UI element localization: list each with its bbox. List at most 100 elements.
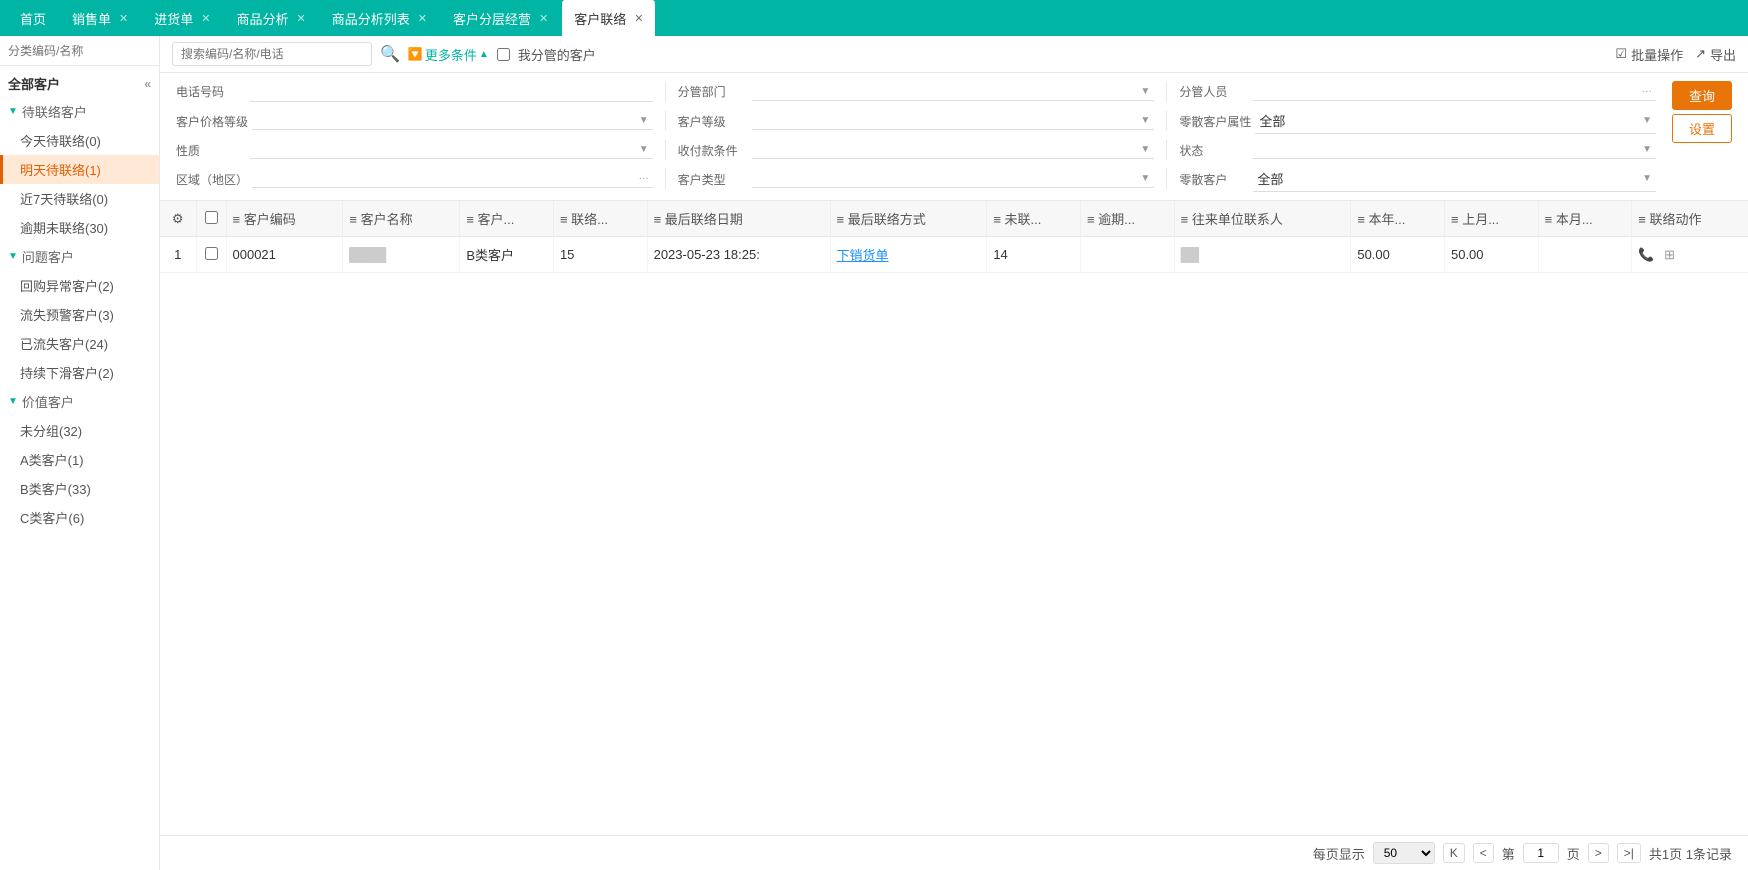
row-contact-num: 15	[553, 237, 647, 273]
divider	[1166, 169, 1167, 189]
sidebar-item-tomorrow[interactable]: 明天待联络(1)	[0, 155, 159, 184]
sidebar-item-today[interactable]: 今天待联络(0)	[0, 126, 159, 155]
per-page-select[interactable]: 50	[1373, 842, 1435, 864]
nav-home[interactable]: 首页	[8, 0, 58, 36]
row-overdue	[1080, 237, 1174, 273]
bulk-op-button[interactable]: ☑ 批量操作	[1615, 45, 1683, 64]
customer-level-label: 客户等级	[678, 113, 748, 130]
sidebar-item-overdue[interactable]: 逾期未联络(30)	[0, 213, 159, 242]
col-last-method: ≡ 最后联络方式	[830, 201, 987, 237]
main-wrap: 🔍 全部客户 « 待联络客户 今天待联络(0) 明天待联络(1) 近7天待联络(…	[0, 36, 1748, 870]
sidebar-item-class-a[interactable]: A类客户(1)	[0, 445, 159, 474]
phone-input[interactable]	[250, 81, 653, 102]
export-button[interactable]: ↗ 导出	[1695, 45, 1736, 64]
nav-product-analysis-list[interactable]: 商品分析列表 ✕	[320, 0, 439, 36]
table-footer: 每页显示 50 K < 第 页 > >| 共1页 1条记录	[160, 835, 1748, 870]
sidebar-item-declining[interactable]: 持续下滑客户(2)	[0, 358, 159, 387]
dept-select[interactable]: ▼	[752, 83, 1155, 101]
nav-customer-segmentation[interactable]: 客户分层经营 ✕	[441, 0, 560, 36]
retail-customer-field: 零散客户 全部▼	[1179, 166, 1656, 192]
sidebar-item-repurchase-anomaly[interactable]: 回购异常客户(2)	[0, 271, 159, 300]
sidebar-item-class-c[interactable]: C类客户(6)	[0, 503, 159, 532]
col-name: ≡ 客户名称	[343, 201, 460, 237]
customer-type-select[interactable]: ▼	[752, 170, 1155, 188]
price-level-select[interactable]: ▼	[252, 112, 653, 130]
search-input[interactable]	[172, 42, 372, 66]
nav-customer-contact[interactable]: 客户联络 ✕	[562, 0, 655, 36]
data-table-wrap: ⚙ ≡ 客户编码 ≡ 客户名称 ≡ 客户... ≡ 联络... ≡ 最后联络日期…	[160, 201, 1748, 835]
last-page-btn[interactable]: >|	[1617, 843, 1641, 863]
nav-product-analysis[interactable]: 商品分析 ✕	[224, 0, 317, 36]
settings-button[interactable]: 设置	[1672, 114, 1732, 143]
prev-page-btn[interactable]: <	[1473, 843, 1494, 863]
select-all-checkbox[interactable]	[205, 211, 218, 224]
nav-purchase[interactable]: 进货单 ✕	[142, 0, 222, 36]
nature-field: 性质 ▼	[176, 141, 653, 159]
search-icon[interactable]: 🔍	[380, 44, 400, 64]
all-customers-header[interactable]: 全部客户 «	[0, 66, 159, 97]
sidebar-search-input[interactable]	[8, 44, 160, 58]
filter-action-buttons: 查询 设置	[1672, 81, 1732, 192]
nature-select[interactable]: ▼	[250, 141, 653, 159]
advanced-filter-panel: 电话号码 分管部门 ▼ 分管人员	[160, 73, 1748, 201]
area-field: 区域（地区） ···	[176, 170, 653, 188]
action-call-icon[interactable]: 📞	[1638, 247, 1654, 262]
col-type: ≡ 客户...	[460, 201, 554, 237]
sidebar-item-churn-warning[interactable]: 流失预警客户(3)	[0, 300, 159, 329]
first-page-btn[interactable]: K	[1443, 843, 1465, 863]
phone-label: 电话号码	[176, 83, 246, 100]
nav-sales[interactable]: 销售单 ✕	[60, 0, 140, 36]
adv-filter-row-1: 电话号码 分管部门 ▼ 分管人员	[176, 81, 1656, 102]
col-checkbox	[196, 201, 226, 237]
close-icon[interactable]: ✕	[297, 12, 306, 25]
collapse-icon[interactable]: «	[144, 77, 151, 91]
action-more-icon[interactable]: ⊞	[1664, 247, 1675, 262]
chevron-up-icon: ▲	[479, 49, 489, 60]
col-settings[interactable]: ⚙	[160, 201, 196, 237]
sidebar-item-7days[interactable]: 近7天待联络(0)	[0, 184, 159, 213]
divider	[665, 82, 666, 102]
my-customers-check[interactable]	[497, 48, 510, 61]
customer-level-select[interactable]: ▼	[752, 112, 1155, 130]
person-select[interactable]: ···	[1253, 83, 1656, 101]
divider	[665, 140, 666, 160]
next-page-btn[interactable]: >	[1588, 843, 1609, 863]
area-select[interactable]: ···	[252, 170, 653, 188]
page-label: 第	[1502, 844, 1515, 863]
close-icon[interactable]: ✕	[418, 12, 427, 25]
sidebar: 🔍 全部客户 « 待联络客户 今天待联络(0) 明天待联络(1) 近7天待联络(…	[0, 36, 160, 870]
sidebar-group-value[interactable]: 价值客户	[0, 387, 159, 416]
close-icon[interactable]: ✕	[119, 12, 128, 25]
row-name: ████	[343, 237, 460, 273]
retail-customer-select[interactable]: 全部▼	[1253, 166, 1656, 192]
row-check[interactable]	[205, 247, 218, 260]
sidebar-group-problem[interactable]: 问题客户	[0, 242, 159, 271]
sidebar-item-class-b[interactable]: B类客户(33)	[0, 474, 159, 503]
adv-filter-row-2: 客户价格等级 ▼ 客户等级 ▼	[176, 108, 1656, 134]
close-icon[interactable]: ✕	[539, 12, 548, 25]
filter-bar-right: ☑ 批量操作 ↗ 导出	[1615, 45, 1736, 64]
nature-label: 性质	[176, 142, 246, 159]
payment-field: 收付款条件 ▼	[678, 141, 1155, 159]
query-button[interactable]: 查询	[1672, 81, 1732, 110]
page-input[interactable]	[1523, 843, 1559, 863]
row-this-year: 50.00	[1351, 237, 1445, 273]
row-checkbox[interactable]	[196, 237, 226, 273]
close-icon[interactable]: ✕	[634, 12, 643, 25]
sidebar-item-churned[interactable]: 已流失客户(24)	[0, 329, 159, 358]
per-page-label: 每页显示	[1313, 844, 1365, 863]
close-icon[interactable]: ✕	[201, 12, 210, 25]
sidebar-item-unclassified[interactable]: 未分组(32)	[0, 416, 159, 445]
payment-select[interactable]: ▼	[752, 141, 1155, 159]
retail-attr-select[interactable]: 全部▼	[1255, 108, 1656, 134]
more-conditions-btn[interactable]: 🔽 更多条件 ▲	[408, 45, 489, 64]
sidebar-group-pending[interactable]: 待联络客户	[0, 97, 159, 126]
col-this-month: ≡ 本月...	[1538, 201, 1632, 237]
status-select[interactable]: ▼	[1253, 141, 1656, 159]
status-field: 状态 ▼	[1179, 141, 1656, 159]
my-customers-checkbox[interactable]: 我分管的客户	[497, 45, 596, 64]
phone-field: 电话号码	[176, 81, 653, 102]
row-last-method[interactable]: 下销货单	[830, 237, 987, 273]
status-label: 状态	[1179, 142, 1249, 159]
person-field: 分管人员 ···	[1179, 83, 1656, 101]
